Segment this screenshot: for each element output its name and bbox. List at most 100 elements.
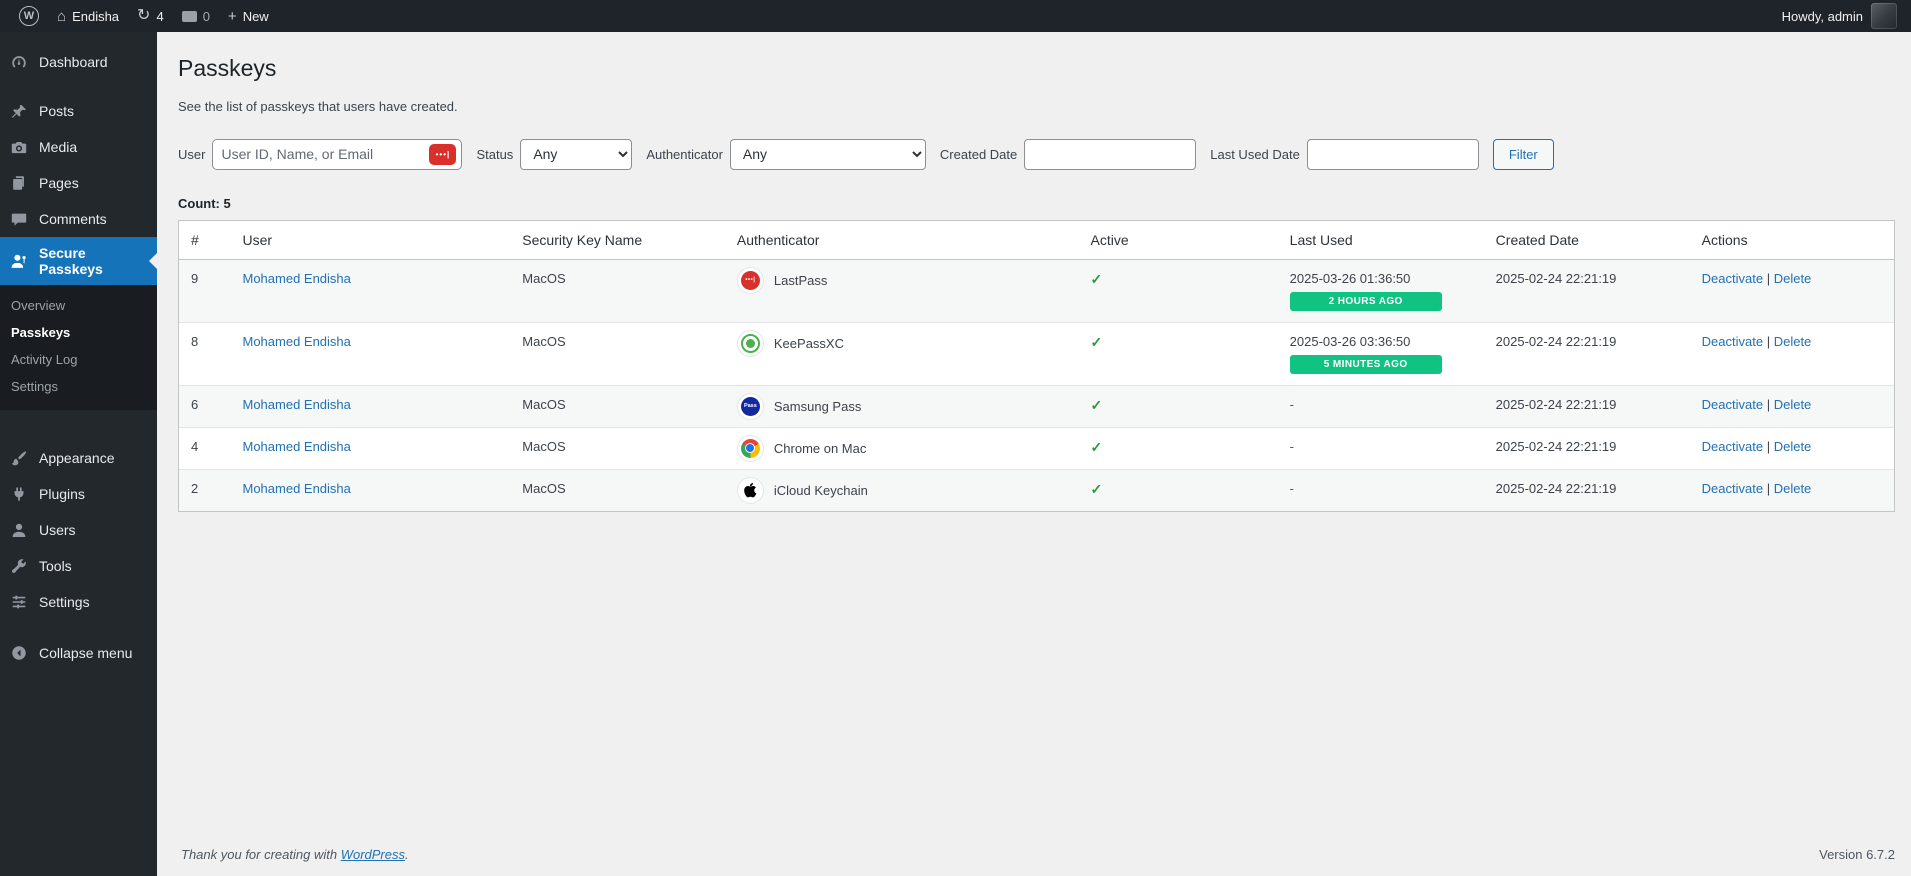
last-used-cell: 2025-03-26 01:36:50 2 HOURS AGO (1278, 259, 1484, 322)
sidebar-item-secure-passkeys-row[interactable]: Secure Passkeys (0, 237, 157, 285)
deactivate-link[interactable]: Deactivate (1702, 397, 1763, 412)
sidebar-item-media-row[interactable]: Media (0, 129, 157, 165)
sidebar-item-dashboard: Dashboard (0, 44, 157, 80)
delete-link[interactable]: Delete (1774, 481, 1812, 496)
sidebar-item-posts-row[interactable]: Posts (0, 93, 157, 129)
passkey-id-cell: 4 (191, 438, 199, 454)
filter-button[interactable]: Filter (1492, 138, 1554, 170)
deactivate-link[interactable]: Deactivate (1702, 271, 1763, 286)
passkey-row: 4 Mohamed Endisha MacOS Chrome on Mac ✓ - 2025… (179, 427, 1894, 469)
comments-link[interactable]: 0 (173, 0, 219, 32)
active-cell: ✓ (1079, 259, 1278, 322)
sidebar-item-dashboard-row[interactable]: Dashboard (0, 44, 157, 80)
site-name-link[interactable]: ⌂ Endisha (48, 0, 128, 32)
user-link[interactable]: Mohamed Endisha (242, 271, 350, 286)
user-cell: Mohamed Endisha (230, 469, 510, 511)
passkey-id-cell: 9 (191, 270, 199, 286)
sidebar-item-pages-row[interactable]: Pages (0, 165, 157, 201)
last-used-cell: - (1278, 427, 1484, 469)
footer-thanks: Thank you for creating with WordPress. (181, 847, 409, 862)
dashboard-icon (9, 52, 29, 72)
deactivate-link[interactable]: Deactivate (1702, 439, 1763, 454)
deactivate-link[interactable]: Deactivate (1702, 334, 1763, 349)
submenu-item-settings[interactable]: Settings (0, 373, 157, 400)
sidebar-item-collapse-menu-row[interactable]: Collapse menu (0, 635, 157, 671)
new-label: New (242, 8, 269, 24)
passkeys-table-card: # User Security Key Name Authenticator Activ… (178, 219, 1895, 512)
sidebar-item-label: Users (39, 522, 76, 538)
sidebar-item-tools-row[interactable]: Tools (0, 548, 157, 584)
version-label: Version 6.7.2 (1819, 846, 1895, 862)
filters-bar: User Status Any Authenticator Any Crea (178, 138, 1895, 170)
delete-link[interactable]: Delete (1774, 439, 1812, 454)
authenticator-cell: LastPass (725, 260, 1079, 301)
delete-link[interactable]: Delete (1774, 334, 1812, 349)
wordpress-footer-link[interactable]: WordPress (341, 847, 405, 862)
passkey-row: 6 Mohamed Endisha MacOS Samsung Pass ✓ - 2025-… (179, 385, 1894, 428)
column-header-num: # (179, 220, 231, 260)
sidebar-item-comments-row[interactable]: Comments (0, 201, 157, 237)
lastpass-icon-chip (736, 266, 764, 294)
submenu-item-passkeys[interactable]: Passkeys (0, 319, 157, 346)
last-used-date: 2025-03-26 03:36:50 (1289, 333, 1411, 349)
sidebar-item-users-row[interactable]: Users (0, 512, 157, 548)
wordpress-logo-menu[interactable]: W (10, 0, 48, 32)
sidebar-item-label: Dashboard (39, 54, 108, 70)
footer-thanks-text: Thank you for creating with (181, 846, 341, 862)
howdy-label[interactable]: Howdy, admin (1782, 9, 1863, 24)
passkey-row: 2 Mohamed Endisha MacOS iCloud Keychain ✓ - 20… (179, 469, 1894, 511)
delete-link[interactable]: Delete (1774, 397, 1812, 412)
table-header-row: # User Security Key Name Authenticator Activ… (179, 220, 1894, 260)
user-link[interactable]: Mohamed Endisha (242, 334, 350, 349)
last-used-empty: - (1289, 480, 1295, 496)
authenticator-filter-select[interactable]: Any (729, 138, 926, 170)
secure-passkeys-submenu: Overview Passkeys Activity Log Settings (0, 285, 157, 410)
last-used-cell: - (1278, 385, 1484, 427)
column-header-user: User (230, 220, 511, 260)
created-date-filter-input[interactable] (1024, 138, 1197, 170)
last-used-ago-badge: 2 HOURS AGO (1289, 291, 1442, 311)
page-title: Passkeys (178, 55, 277, 81)
authenticator-cell: KeePassXC (725, 323, 1079, 364)
lastpass-extension-icon[interactable] (429, 143, 457, 165)
delete-link[interactable]: Delete (1774, 271, 1812, 286)
last-used-date-filter-input[interactable] (1306, 138, 1479, 170)
sidebar-item-settings-row[interactable]: Settings (0, 584, 157, 620)
status-filter-select[interactable]: Any (520, 138, 633, 170)
new-content-menu[interactable]: + New (219, 0, 278, 32)
user-cell: Mohamed Endisha (230, 322, 510, 385)
security-key-name-cell: MacOS (522, 438, 566, 454)
active-check-icon: ✓ (1090, 396, 1103, 413)
comments-count: 0 (202, 8, 210, 24)
authenticator-filter-label: Authenticator (646, 146, 723, 162)
sidebar-item-label: Tools (39, 558, 72, 574)
last-used-date: 2025-03-26 01:36:50 (1289, 270, 1411, 286)
active-check-icon: ✓ (1090, 438, 1103, 455)
created-date-cell: 2025-02-24 22:21:19 (1495, 270, 1617, 286)
sidebar-item-appearance-row[interactable]: Appearance (0, 440, 157, 476)
user-link[interactable]: Mohamed Endisha (242, 481, 350, 496)
action-separator: | (1763, 480, 1774, 496)
updates-link[interactable]: ↻ 4 (128, 0, 173, 32)
sidebar-item-label: Settings (39, 594, 90, 610)
sidebar-item-collapse-menu: Collapse menu (0, 635, 157, 671)
sidebar-item-plugins-row[interactable]: Plugins (0, 476, 157, 512)
user-avatar[interactable] (1871, 3, 1897, 29)
authenticator-cell: Chrome on Mac (725, 428, 1079, 469)
submenu-item-activity-log[interactable]: Activity Log (0, 346, 157, 373)
comments-icon (181, 10, 197, 22)
pages-icon (9, 173, 29, 193)
action-separator: | (1763, 438, 1774, 454)
user-link[interactable]: Mohamed Endisha (242, 439, 350, 454)
user-filter-input[interactable] (212, 138, 463, 170)
active-cell: ✓ (1079, 385, 1278, 427)
admin-menu: Dashboard Posts Media Pages Comments Secure P… (0, 32, 157, 671)
security-key-name-cell: MacOS (522, 480, 566, 496)
plug-icon (9, 484, 29, 504)
deactivate-link[interactable]: Deactivate (1702, 481, 1763, 496)
sidebar-item-plugins: Plugins (0, 476, 157, 512)
active-cell: ✓ (1079, 322, 1278, 385)
created-date-filter-label: Created Date (939, 146, 1018, 162)
submenu-item-overview[interactable]: Overview (0, 292, 157, 319)
user-link[interactable]: Mohamed Endisha (242, 397, 350, 412)
